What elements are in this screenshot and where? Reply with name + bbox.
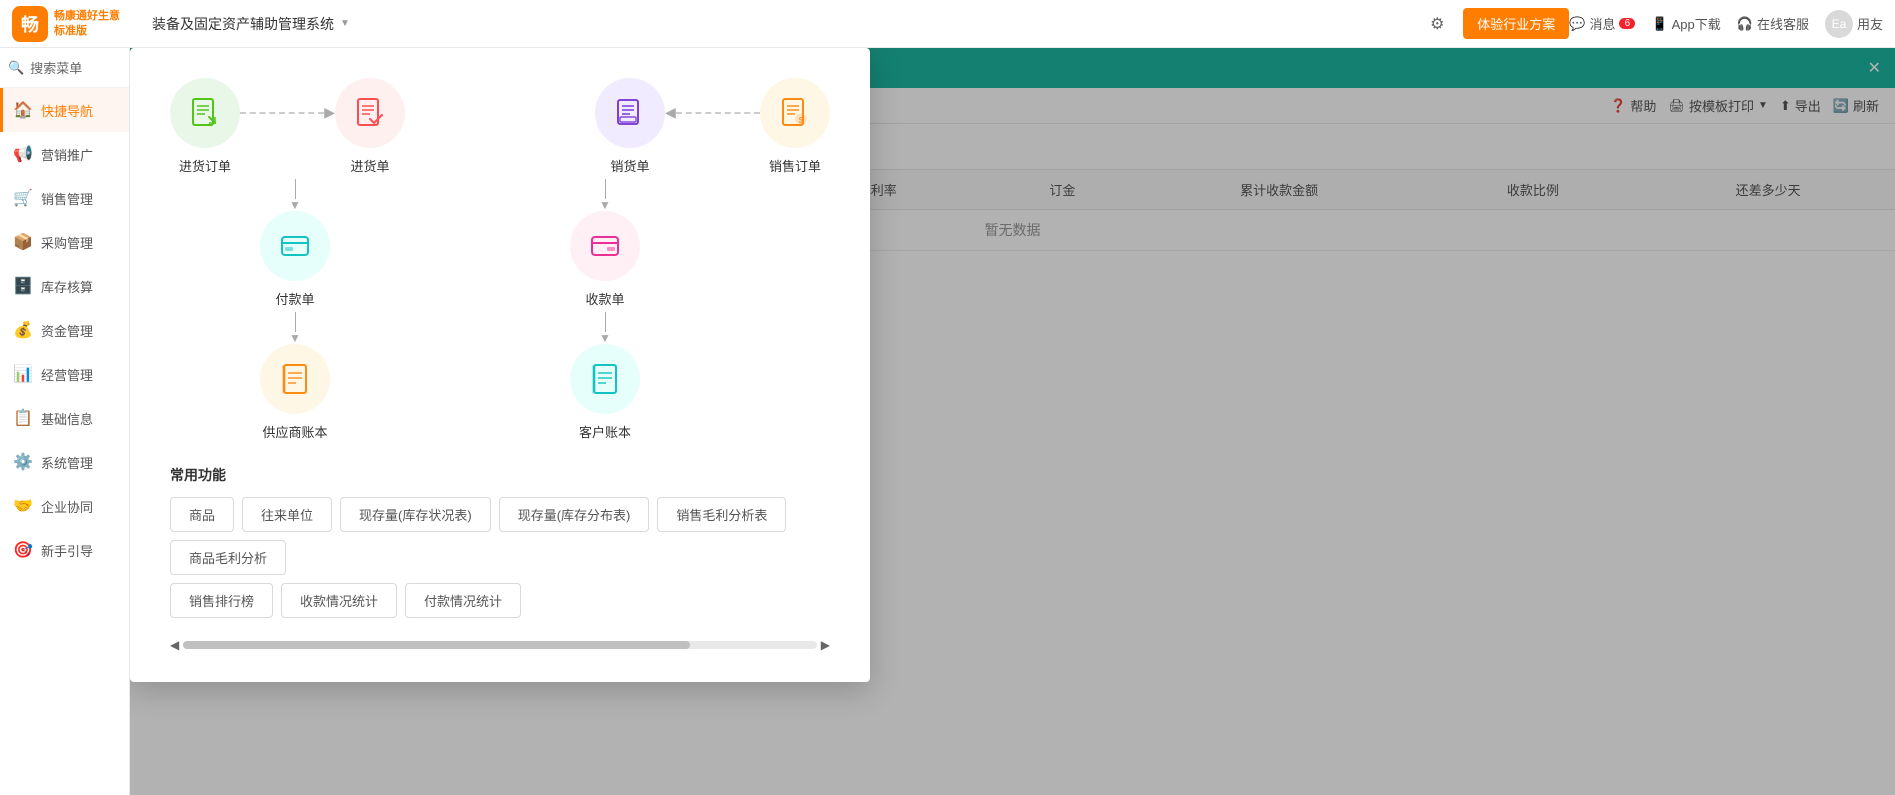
sidebar-item-operation[interactable]: 📊 经营管理 bbox=[0, 352, 129, 396]
search-icon: 🔍 bbox=[8, 60, 24, 76]
operation-icon: 📊 bbox=[13, 364, 33, 384]
sales-order-label: 销售订单 bbox=[769, 156, 821, 175]
sidebar-item-marketing[interactable]: 📢 营销推广 bbox=[0, 132, 129, 176]
btn-goods[interactable]: 商品 bbox=[170, 497, 234, 532]
sales-order-circle[interactable]: $ bbox=[760, 78, 830, 148]
system-dropdown-arrow[interactable]: ▼ bbox=[340, 18, 350, 29]
svg-text:$: $ bbox=[799, 116, 804, 125]
sidebar-item-purchase[interactable]: 📦 采购管理 bbox=[0, 220, 129, 264]
common-btns-row2: 销售排行榜 收款情况统计 付款情况统计 bbox=[170, 583, 830, 618]
try-industry-btn[interactable]: 体验行业方案 bbox=[1463, 8, 1569, 39]
headset-icon: 🎧 bbox=[1737, 16, 1753, 32]
btn-payment-stats[interactable]: 付款情况统计 bbox=[405, 583, 521, 618]
receipt-bill-label: 收款单 bbox=[585, 289, 624, 308]
top-bar: 畅 畅康通好生意 标准版 装备及固定资产辅助管理系统 ▼ ⚙ 体验行业方案 💬 … bbox=[0, 0, 1895, 48]
user-menu-btn[interactable]: Ea 用友 bbox=[1825, 10, 1883, 38]
phone-icon: 📱 bbox=[1651, 16, 1667, 32]
customer-account-label: 客户账本 bbox=[579, 422, 631, 441]
inventory-icon: 🗄️ bbox=[13, 276, 33, 296]
app-download-btn[interactable]: 📱 App下载 bbox=[1651, 14, 1720, 33]
content-area: 首页 销售订单执行表 ✕ ✕ ❓ 帮助 🖨 按模板打印 ▼ bbox=[130, 48, 1895, 795]
purchase-order-circle[interactable] bbox=[170, 78, 240, 148]
modal-scrollbar: ◀ ▶ bbox=[170, 638, 830, 652]
purchase-bill-circle[interactable] bbox=[335, 78, 405, 148]
btn-receipt-stats[interactable]: 收款情况统计 bbox=[281, 583, 397, 618]
message-icon: 💬 bbox=[1569, 16, 1585, 32]
purchase-bill-group: 进货单 bbox=[335, 78, 405, 175]
sales-order-group: $ 销售订单 bbox=[760, 78, 830, 175]
sales-bill-group: 销货单 bbox=[595, 78, 665, 175]
sidebar-item-finance[interactable]: 💰 资金管理 bbox=[0, 308, 129, 352]
customer-account-group: 客户账本 bbox=[570, 344, 640, 441]
btn-sales-rank[interactable]: 销售排行榜 bbox=[170, 583, 273, 618]
main-area: 🔍 搜索菜单 🏠 快捷导航 📢 营销推广 🛒 销售管理 📦 采购管理 🗄️ bbox=[0, 48, 1895, 795]
marketing-icon: 📢 bbox=[13, 144, 33, 164]
collab-icon: 🤝 bbox=[13, 496, 33, 516]
logo-area: 畅 畅康通好生意 标准版 bbox=[12, 6, 142, 42]
scroll-left-arrow[interactable]: ◀ bbox=[170, 638, 179, 652]
btn-sales-profit[interactable]: 销售毛利分析表 bbox=[657, 497, 786, 532]
common-functions-section: 常用功能 商品 往来单位 现存量(库存状况表) 现存量(库存分布表) 销售毛利分… bbox=[170, 465, 830, 618]
btn-goods-profit[interactable]: 商品毛利分析 bbox=[170, 540, 286, 575]
flow-section: 进货订单 ▶ bbox=[170, 78, 830, 441]
sales-bill-label: 销货单 bbox=[610, 156, 649, 175]
sidebar-item-system[interactable]: ⚙️ 系统管理 bbox=[0, 440, 129, 484]
finance-icon: 💰 bbox=[13, 320, 33, 340]
sales-icon: 🛒 bbox=[13, 188, 33, 208]
search-menu-btn[interactable]: 🔍 搜索菜单 bbox=[0, 48, 129, 88]
sidebar-item-inventory[interactable]: 🗄️ 库存核算 bbox=[0, 264, 129, 308]
sidebar-item-newbie[interactable]: 🎯 新手引导 bbox=[0, 528, 129, 572]
sidebar-item-sales[interactable]: 🛒 销售管理 bbox=[0, 176, 129, 220]
btn-stock-status[interactable]: 现存量(库存状况表) bbox=[340, 497, 491, 532]
btn-partners[interactable]: 往来单位 bbox=[242, 497, 332, 532]
app-container: 畅 畅康通好生意 标准版 装备及固定资产辅助管理系统 ▼ ⚙ 体验行业方案 💬 … bbox=[0, 0, 1895, 795]
system-icon: ⚙️ bbox=[13, 452, 33, 472]
receipt-bill-group: 收款单 bbox=[570, 211, 640, 308]
purchase-bill-label: 进货单 bbox=[350, 156, 389, 175]
supplier-account-circle[interactable] bbox=[260, 344, 330, 414]
base-info-icon: 📋 bbox=[13, 408, 33, 428]
sales-bill-circle[interactable] bbox=[595, 78, 665, 148]
scroll-thumb bbox=[183, 641, 690, 649]
settings-icon-btn[interactable]: ⚙ bbox=[1423, 10, 1451, 38]
modal-box: 进货订单 ▶ bbox=[130, 48, 870, 682]
modal-overlay: 进货订单 ▶ bbox=[130, 48, 1895, 795]
system-name: 装备及固定资产辅助管理系统 ▼ bbox=[142, 14, 1415, 34]
sidebar: 🔍 搜索菜单 🏠 快捷导航 📢 营销推广 🛒 销售管理 📦 采购管理 🗄️ bbox=[0, 48, 130, 795]
supplier-account-label: 供应商账本 bbox=[262, 422, 327, 441]
receipt-bill-circle[interactable] bbox=[570, 211, 640, 281]
online-service-btn[interactable]: 🎧 在线客服 bbox=[1737, 14, 1809, 33]
newbie-icon: 🎯 bbox=[13, 540, 33, 560]
purchase-order-group: 进货订单 bbox=[170, 78, 240, 175]
btn-stock-dist[interactable]: 现存量(库存分布表) bbox=[499, 497, 650, 532]
purchase-icon: 📦 bbox=[13, 232, 33, 252]
payment-bill-label: 付款单 bbox=[275, 289, 314, 308]
common-title: 常用功能 bbox=[170, 465, 830, 485]
sidebar-item-base-info[interactable]: 📋 基础信息 bbox=[0, 396, 129, 440]
common-btns-row1: 商品 往来单位 现存量(库存状况表) 现存量(库存分布表) 销售毛利分析表 商品… bbox=[170, 497, 830, 575]
purchase-order-label: 进货订单 bbox=[179, 156, 231, 175]
scroll-right-arrow[interactable]: ▶ bbox=[821, 638, 830, 652]
sidebar-item-quick-nav[interactable]: 🏠 快捷导航 bbox=[0, 88, 129, 132]
sidebar-item-collab[interactable]: 🤝 企业协同 bbox=[0, 484, 129, 528]
customer-account-circle[interactable] bbox=[570, 344, 640, 414]
supplier-account-group: 供应商账本 bbox=[260, 344, 330, 441]
logo-text: 畅康通好生意 标准版 bbox=[54, 9, 120, 38]
message-badge: 6 bbox=[1619, 18, 1635, 29]
payment-bill-circle[interactable] bbox=[260, 211, 330, 281]
logo-icon: 畅 bbox=[12, 6, 48, 42]
quick-nav-icon: 🏠 bbox=[13, 100, 33, 120]
message-btn[interactable]: 💬 消息 6 bbox=[1569, 14, 1635, 33]
payment-bill-group: 付款单 bbox=[260, 211, 330, 308]
avatar: Ea bbox=[1825, 10, 1853, 38]
top-right-area: 💬 消息 6 📱 App下载 🎧 在线客服 Ea 用友 bbox=[1569, 10, 1883, 38]
